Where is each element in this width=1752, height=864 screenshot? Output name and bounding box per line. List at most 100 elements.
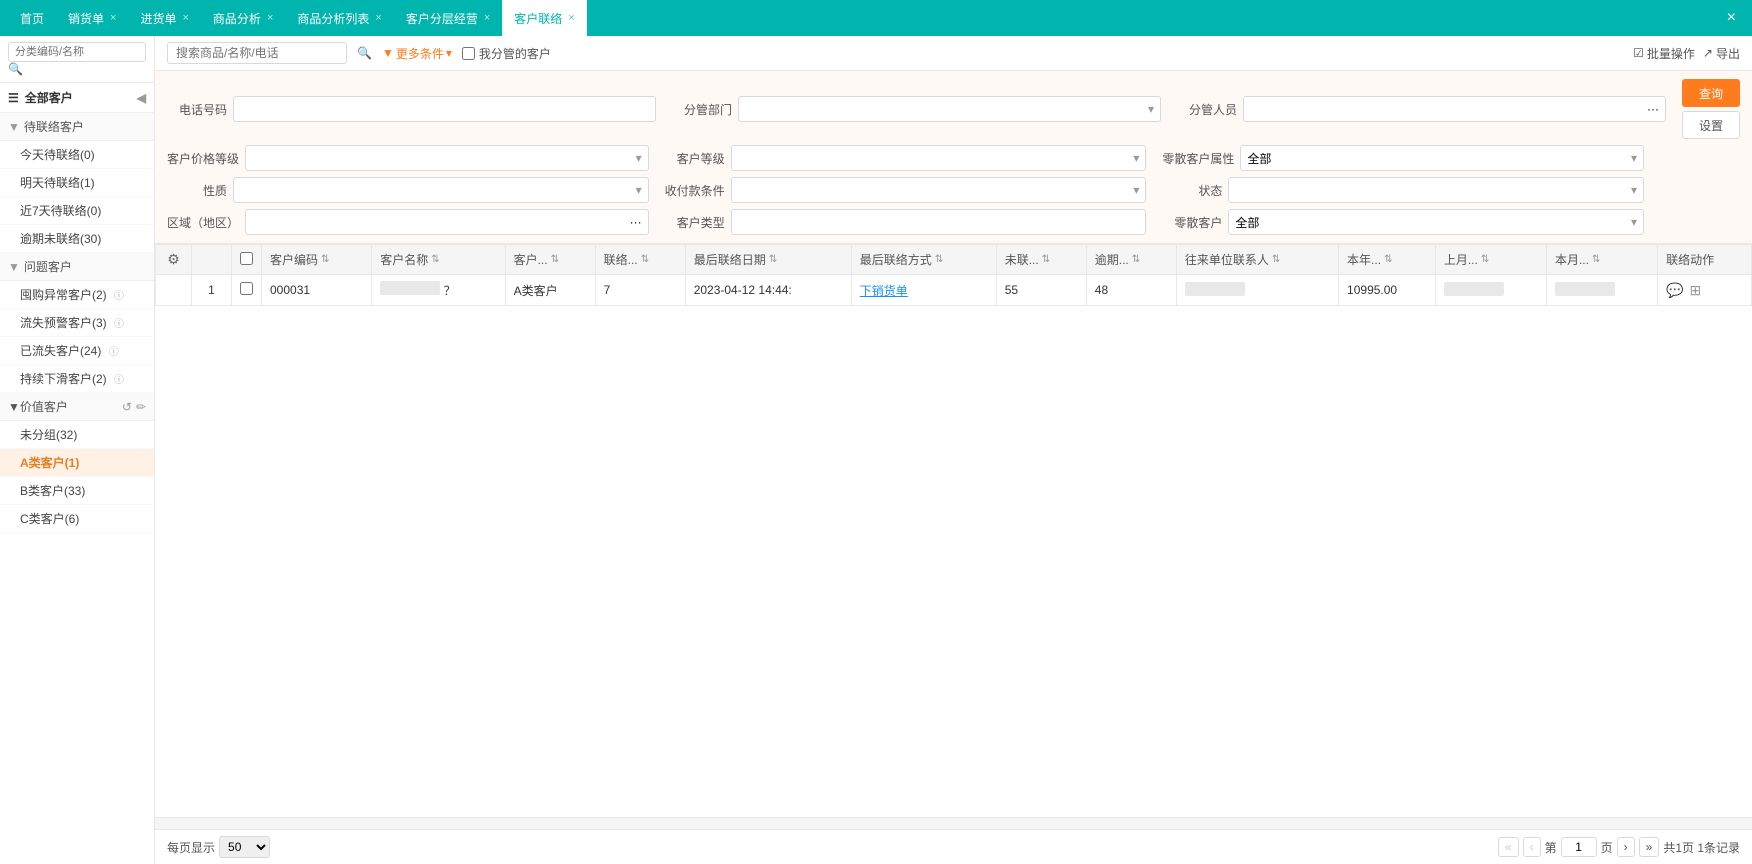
nav-product-analysis[interactable]: 商品分析 × [201, 0, 285, 36]
nav-sales-order[interactable]: 销货单 × [56, 0, 128, 36]
row-gear-cell [156, 275, 192, 306]
row-action-cell: 💬 ⊞ [1658, 275, 1752, 306]
filter-phone-input[interactable] [233, 96, 656, 122]
qr-icon[interactable]: ⊞ [1690, 282, 1702, 299]
filter-payment-select[interactable]: ▾ [731, 177, 1147, 203]
batch-operation-button[interactable]: ☑ 批量操作 [1633, 45, 1695, 62]
my-customers-checkbox[interactable] [462, 47, 475, 60]
edit-icon[interactable]: ✏ [136, 400, 146, 414]
window-close-button[interactable]: × [1719, 9, 1744, 27]
sidebar-item-overdue-contact[interactable]: 逾期未联络(30) [0, 225, 154, 253]
filter-more-button[interactable]: ▼ 更多条件 ▾ [382, 45, 452, 62]
table-header-this-year[interactable]: 本年... ⇅ [1339, 245, 1436, 275]
table-header-last-contact-date[interactable]: 最后联络日期 ⇅ [685, 245, 851, 275]
settings-button[interactable]: 设置 [1682, 111, 1740, 139]
table-header-contact[interactable]: 联络... ⇅ [595, 245, 685, 275]
filter-manager: 分管人员 ··· [1177, 96, 1666, 122]
nav-close-icon[interactable]: × [484, 12, 490, 24]
query-button[interactable]: 查询 [1682, 79, 1740, 107]
table-header-gear[interactable]: ⚙ [156, 245, 192, 275]
table-header-last-contact-method[interactable]: 最后联络方式 ⇅ [851, 245, 996, 275]
my-customers-filter[interactable]: 我分管的客户 [462, 45, 551, 62]
sidebar-item-7days-contact[interactable]: 近7天待联络(0) [0, 197, 154, 225]
row-last-month-cell [1435, 275, 1546, 306]
table-header-not-contact[interactable]: 未联... ⇅ [996, 245, 1086, 275]
table-header-this-month[interactable]: 本月... ⇅ [1546, 245, 1657, 275]
col-name-label: 客户名称 [380, 251, 428, 268]
sidebar-all-customers-header[interactable]: ☰ 全部客户 ◀ [0, 83, 154, 113]
filter-search-icon[interactable]: 🔍 [357, 46, 372, 60]
nav-close-icon[interactable]: × [267, 12, 273, 24]
export-icon: ↗ [1703, 46, 1713, 60]
nav-home[interactable]: 首页 [8, 0, 56, 36]
col-contact-label: 联络... [604, 251, 638, 268]
filter-customer-level-select[interactable]: ▾ [731, 145, 1147, 171]
sidebar-item-hoarding[interactable]: 囤购异常客户(2) ⓘ [0, 281, 154, 309]
nav-close-icon[interactable]: × [375, 12, 381, 24]
chat-icon[interactable]: 💬 [1666, 282, 1683, 299]
sidebar-item-c-class[interactable]: C类客户(6) [0, 505, 154, 533]
row-check-cell[interactable] [232, 275, 262, 306]
filter-status-select[interactable]: ▾ [1228, 177, 1644, 203]
filter-nature-select[interactable]: ▾ [233, 177, 649, 203]
filter-price-level: 客户价格等级 ▾ [167, 145, 649, 171]
sidebar-search-input[interactable] [8, 42, 146, 62]
gear-icon[interactable]: ⚙ [167, 251, 180, 267]
nav-customer-segment[interactable]: 客户分层经营 × [394, 0, 502, 36]
table-header-last-month[interactable]: 上月... ⇅ [1435, 245, 1546, 275]
content-area: 🔍 ▼ 更多条件 ▾ 我分管的客户 ☑ 批量操作 ↗ 导出 [155, 36, 1752, 864]
top-navigation: 首页 销货单 × 进货单 × 商品分析 × 商品分析列表 × 客户分层经营 × … [0, 0, 1752, 36]
filter-customer-type-input[interactable] [731, 209, 1147, 235]
nav-close-icon[interactable]: × [182, 12, 188, 24]
page-size-select[interactable]: 10 20 50 100 [219, 836, 270, 858]
first-page-button[interactable]: « [1498, 837, 1519, 857]
filter-retail-customer-select[interactable]: 全部 ▾ [1228, 209, 1644, 235]
nav-close-active-icon[interactable]: × [568, 12, 574, 24]
row-last-date-cell: 2023-04-12 14:44: [685, 275, 851, 306]
last-page-button[interactable]: » [1639, 837, 1660, 857]
table-header-category[interactable]: 客户... ⇅ [505, 245, 595, 275]
sidebar-item-churned[interactable]: 已流失客户(24) ⓘ [0, 337, 154, 365]
sidebar-group-problem[interactable]: ▼ 问题客户 [0, 253, 154, 281]
sidebar-item-churn-warning[interactable]: 流失预警客户(3) ⓘ [0, 309, 154, 337]
select-all-checkbox[interactable] [240, 252, 253, 265]
sidebar-item-unclassified[interactable]: 未分组(32) [0, 421, 154, 449]
filter-manager-input[interactable]: ··· [1243, 96, 1666, 122]
masked-name [380, 281, 440, 295]
nav-purchase-order[interactable]: 进货单 × [128, 0, 200, 36]
table-header-name[interactable]: 客户名称 ⇅ [372, 245, 505, 275]
sidebar-search-icon[interactable]: 🔍 [8, 62, 23, 76]
filter-retail-attr-select[interactable]: 全部 ▾ [1240, 145, 1644, 171]
table-header-check[interactable] [232, 245, 262, 275]
sidebar-search-area: 🔍 [0, 36, 154, 83]
table-header-prev-unit[interactable]: 往来单位联系人 ⇅ [1176, 245, 1338, 275]
table-header-code[interactable]: 客户编码 ⇅ [262, 245, 372, 275]
filter-payment: 收付款条件 ▾ [665, 177, 1147, 203]
sidebar-item-declining[interactable]: 持续下滑客户(2) ⓘ [0, 365, 154, 393]
nav-close-icon[interactable]: × [110, 12, 116, 24]
filter-price-level-select[interactable]: ▾ [245, 145, 649, 171]
row-checkbox[interactable] [240, 282, 253, 295]
sidebar-collapse-icon[interactable]: ◀ [137, 91, 146, 105]
sidebar-item-a-class[interactable]: A类客户(1) [0, 449, 154, 477]
filter-region-input[interactable]: ··· [245, 209, 649, 235]
hint-icon: ⓘ [109, 347, 119, 358]
sidebar-group-pending[interactable]: ▼ 待联络客户 [0, 113, 154, 141]
filter-search-input[interactable] [167, 42, 347, 64]
nav-customer-contact[interactable]: 客户联络 × [502, 0, 586, 36]
sidebar-item-b-class[interactable]: B类客户(33) [0, 477, 154, 505]
sort-icon: ⇅ [431, 254, 439, 265]
page-number-input[interactable] [1561, 837, 1597, 857]
bottom-scrollbar[interactable] [155, 817, 1752, 829]
export-button[interactable]: ↗ 导出 [1703, 45, 1740, 62]
table-header-overdue[interactable]: 逾期... ⇅ [1086, 245, 1176, 275]
next-page-button[interactable]: › [1617, 837, 1635, 857]
filter-dept-select[interactable]: ▾ [738, 96, 1161, 122]
nav-product-analysis-list[interactable]: 商品分析列表 × [285, 0, 393, 36]
prev-page-button[interactable]: ‹ [1523, 837, 1541, 857]
sidebar-item-tomorrow-contact[interactable]: 明天待联络(1) [0, 169, 154, 197]
sidebar-item-today-contact[interactable]: 今天待联络(0) [0, 141, 154, 169]
sidebar-group-value[interactable]: ▼ 价值客户 ↺ ✏ [0, 393, 154, 421]
row-last-method[interactable]: 下销货单 [860, 284, 908, 298]
refresh-icon[interactable]: ↺ [122, 400, 132, 414]
